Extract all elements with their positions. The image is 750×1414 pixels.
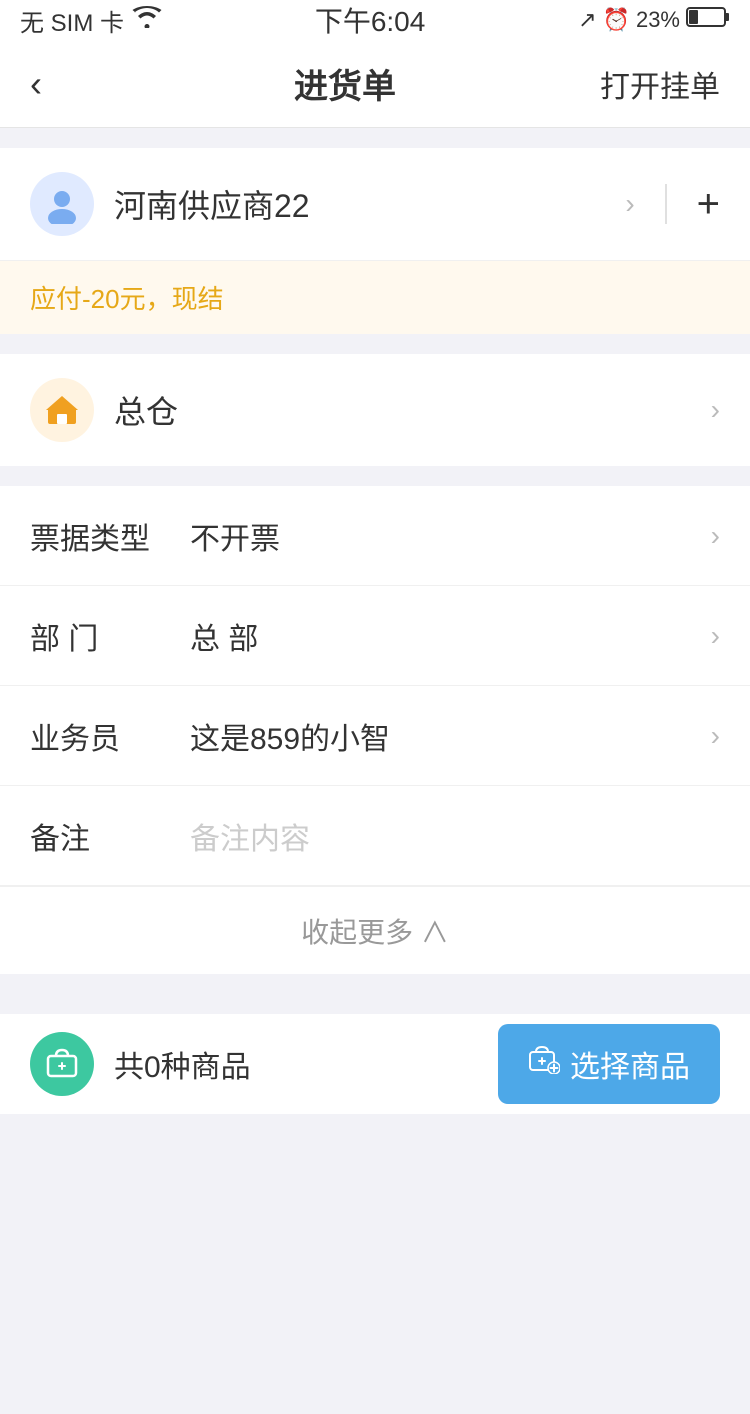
invoice-type-chevron-icon: › (711, 520, 720, 552)
invoice-type-value: 不开票 (170, 514, 711, 558)
salesperson-label: 业务员 (30, 714, 170, 758)
remark-input[interactable]: 备注内容 (170, 814, 720, 858)
sim-label: 无 SIM 卡 (20, 3, 124, 38)
supplier-divider (665, 184, 667, 224)
battery-label: 23% (636, 7, 680, 33)
warehouse-name: 总仓 (114, 387, 711, 433)
remark-row[interactable]: 备注 备注内容 (0, 786, 750, 886)
supplier-row[interactable]: 河南供应商22 › + (0, 148, 750, 261)
back-button[interactable]: ‹ (30, 63, 90, 105)
salesperson-value: 这是859的小智 (170, 714, 711, 758)
collapse-label: 收起更多 ∧ (301, 911, 449, 951)
status-time: 下午6:04 (315, 0, 426, 40)
department-row[interactable]: 部 门 总 部 › (0, 586, 750, 686)
gap-1 (0, 128, 750, 148)
status-left: 无 SIM 卡 (20, 3, 162, 38)
warehouse-row[interactable]: 总仓 › (0, 354, 750, 466)
location-icon: ↗ (578, 7, 596, 33)
battery-icon (686, 6, 730, 34)
page-title: 进货单 (294, 59, 396, 108)
warehouse-section[interactable]: 总仓 › (0, 354, 750, 466)
alarm-icon: ⏰ (603, 7, 630, 33)
rest-background (0, 1114, 750, 1414)
open-pending-button[interactable]: 打开挂单 (600, 62, 720, 106)
nav-bar: ‹ 进货单 打开挂单 (0, 40, 750, 128)
department-label: 部 门 (30, 614, 170, 658)
wifi-icon (132, 6, 162, 35)
invoice-type-label: 票据类型 (30, 514, 170, 558)
product-icon (30, 1032, 94, 1096)
gap-4 (0, 974, 750, 994)
supplier-chevron-icon: › (625, 188, 634, 220)
product-section: 共0种商品 选择商品 (0, 1014, 750, 1114)
supplier-section: 河南供应商22 › + 应付-20元，现结 (0, 148, 750, 334)
warehouse-icon (30, 378, 94, 442)
gap-3 (0, 466, 750, 486)
product-count-label: 共0种商品 (114, 1042, 498, 1086)
select-product-label: 选择商品 (570, 1042, 690, 1086)
notice-text: 应付-20元，现结 (30, 284, 224, 314)
status-right: ↗ ⏰ 23% (578, 6, 730, 34)
select-product-icon (528, 1046, 560, 1082)
warehouse-chevron-icon: › (711, 394, 720, 426)
form-section: 票据类型 不开票 › 部 门 总 部 › 业务员 这是859的小智 › 备注 备… (0, 486, 750, 974)
gap-2 (0, 334, 750, 354)
add-supplier-button[interactable]: + (697, 184, 720, 224)
salesperson-chevron-icon: › (711, 720, 720, 752)
department-value: 总 部 (170, 614, 711, 658)
invoice-type-row[interactable]: 票据类型 不开票 › (0, 486, 750, 586)
salesperson-row[interactable]: 业务员 这是859的小智 › (0, 686, 750, 786)
notice-bar: 应付-20元，现结 (0, 261, 750, 334)
supplier-name: 河南供应商22 (114, 181, 625, 227)
status-bar: 无 SIM 卡 下午6:04 ↗ ⏰ 23% (0, 0, 750, 40)
collapse-button[interactable]: 收起更多 ∧ (0, 886, 750, 974)
supplier-avatar (30, 172, 94, 236)
department-chevron-icon: › (711, 620, 720, 652)
remark-label: 备注 (30, 814, 170, 858)
select-product-button[interactable]: 选择商品 (498, 1024, 720, 1104)
